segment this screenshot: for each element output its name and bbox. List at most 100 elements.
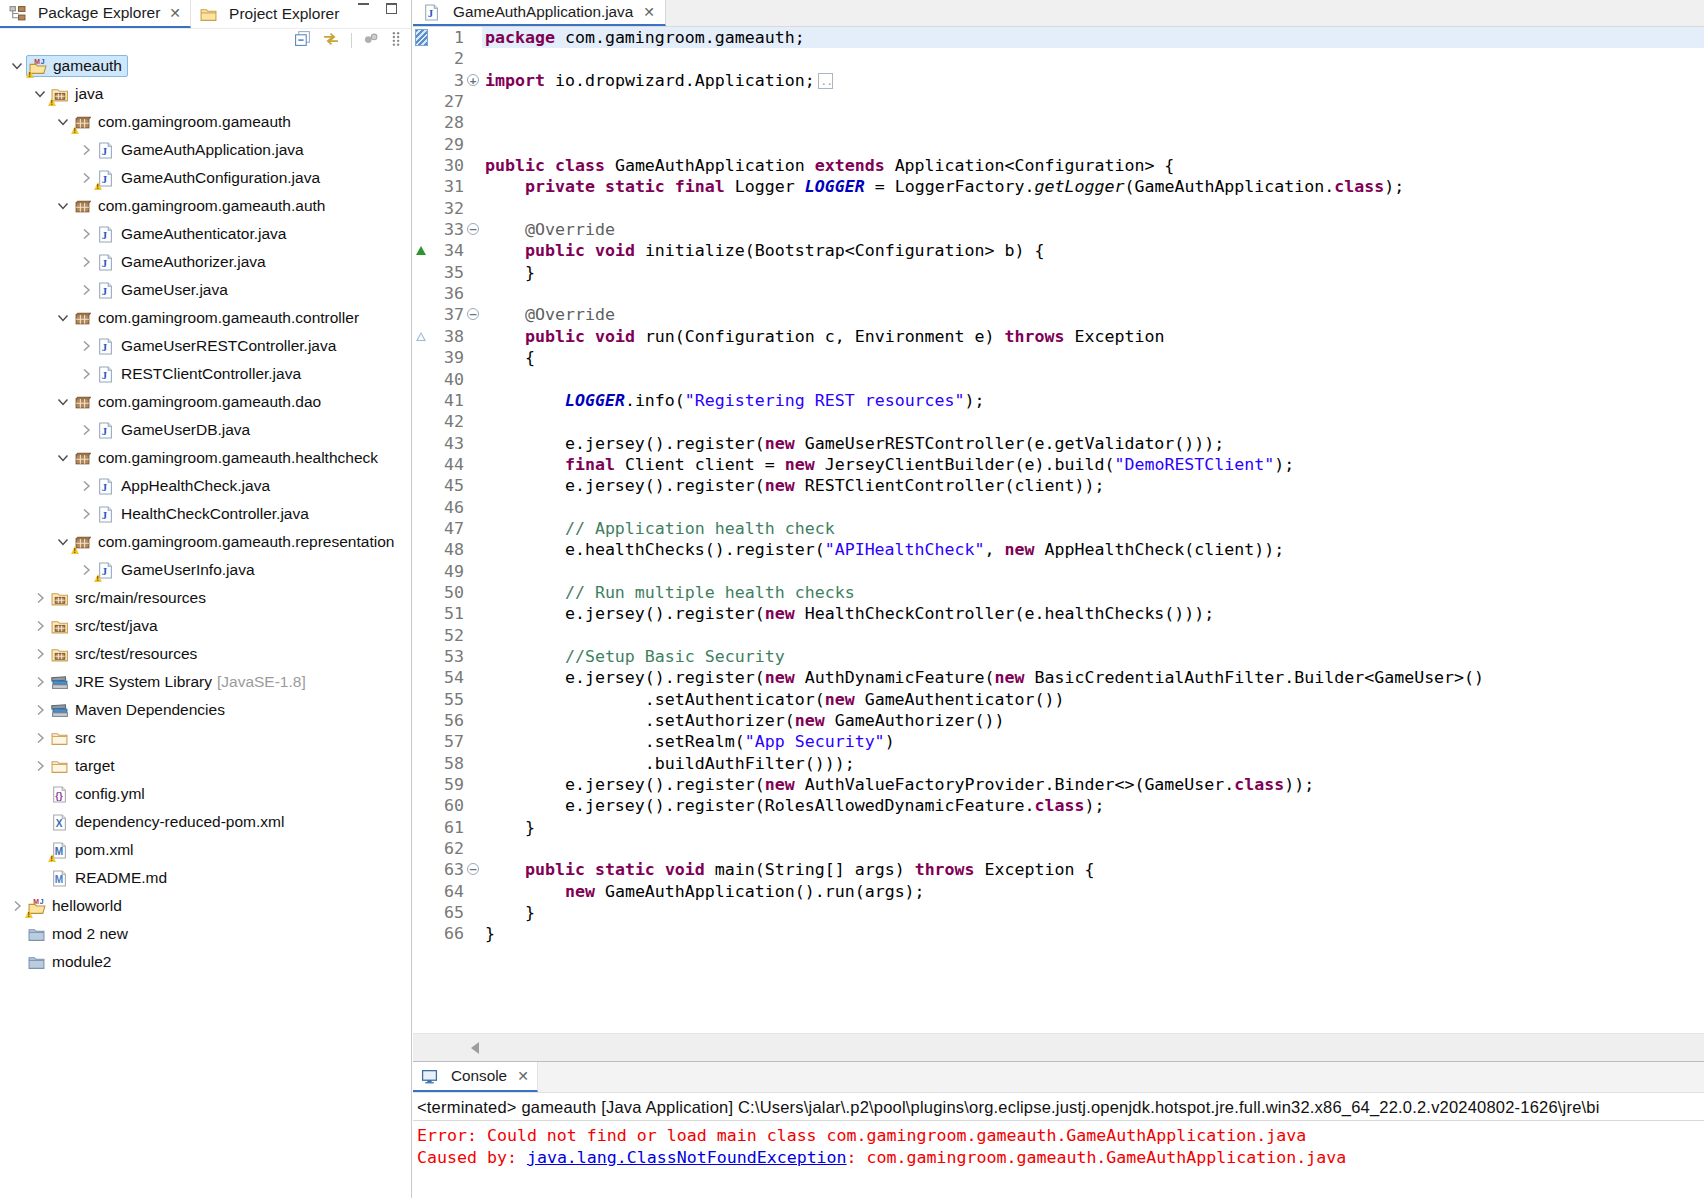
- fold-collapse-icon[interactable]: –: [467, 223, 479, 235]
- code-text[interactable]: [482, 625, 1704, 646]
- code-line[interactable]: 27: [413, 91, 1704, 112]
- scroll-left-icon[interactable]: [471, 1042, 479, 1054]
- tree-item-maven-dependencies[interactable]: Maven Dependencies: [0, 696, 411, 724]
- fold-expand-icon[interactable]: +: [467, 74, 479, 86]
- tree-item-src-test-java[interactable]: src/test/java: [0, 612, 411, 640]
- collapse-all-icon[interactable]: [294, 30, 311, 51]
- code-text[interactable]: .setAuthenticator(new GameAuthenticator(…: [482, 689, 1704, 710]
- chevron-right-icon[interactable]: [75, 254, 97, 270]
- tree-item-gameuserdb-java[interactable]: JGameUserDB.java: [0, 416, 411, 444]
- chevron-down-icon[interactable]: [52, 310, 74, 326]
- code-text[interactable]: package com.gamingroom.gameauth;: [482, 27, 1704, 48]
- code-line[interactable]: 30public class GameAuthApplication exten…: [413, 155, 1704, 176]
- code-line[interactable]: 31 private static final Logger LOGGER = …: [413, 176, 1704, 197]
- tree-item-com-gamingroom-gameauth-healthcheck[interactable]: com.gamingroom.gameauth.healthcheck: [0, 444, 411, 472]
- chevron-right-icon[interactable]: [75, 478, 97, 494]
- tree-item-gameuserrestcontroller-java[interactable]: JGameUserRESTController.java: [0, 332, 411, 360]
- tree-item-module2[interactable]: module2: [0, 948, 411, 976]
- code-line[interactable]: 58 .buildAuthFilter()));: [413, 753, 1704, 774]
- tree-item-apphealthcheck-java[interactable]: JAppHealthCheck.java: [0, 472, 411, 500]
- code-line[interactable]: 56 .setAuthorizer(new GameAuthorizer()): [413, 710, 1704, 731]
- tree-item-com-gamingroom-gameauth-dao[interactable]: com.gamingroom.gameauth.dao: [0, 388, 411, 416]
- chevron-right-icon[interactable]: [75, 226, 97, 242]
- code-line[interactable]: 43 e.jersey().register(new GameUserRESTC…: [413, 433, 1704, 454]
- code-text[interactable]: }: [482, 817, 1704, 838]
- view-menu-icon[interactable]: [391, 31, 401, 51]
- chevron-right-icon[interactable]: [75, 142, 97, 158]
- code-text[interactable]: e.jersey().register(RolesAllowedDynamicF…: [482, 795, 1704, 816]
- console-tab[interactable]: Console✕: [413, 1062, 538, 1092]
- tab-package-explorer[interactable]: Package Explorer✕: [0, 0, 191, 28]
- code-text[interactable]: [482, 91, 1704, 112]
- code-text[interactable]: }: [482, 923, 1704, 944]
- chevron-right-icon[interactable]: [29, 758, 51, 774]
- code-text[interactable]: new GameAuthApplication().run(args);: [482, 881, 1704, 902]
- code-line[interactable]: 50 // Run multiple health checks: [413, 582, 1704, 603]
- tree-item-gameauthorizer-java[interactable]: JGameAuthorizer.java: [0, 248, 411, 276]
- fold-collapse-icon[interactable]: –: [467, 863, 479, 875]
- chevron-right-icon[interactable]: [29, 618, 51, 634]
- code-text[interactable]: }: [482, 262, 1704, 283]
- tab-project-explorer[interactable]: Project Explorer: [191, 0, 348, 28]
- code-line[interactable]: 64 new GameAuthApplication().run(args);: [413, 881, 1704, 902]
- tree-item-com-gamingroom-gameauth-controller[interactable]: com.gamingroom.gameauth.controller: [0, 304, 411, 332]
- code-line[interactable]: 37– @Override: [413, 304, 1704, 325]
- code-text[interactable]: private static final Logger LOGGER = Log…: [482, 176, 1704, 197]
- code-text[interactable]: .buildAuthFilter()));: [482, 753, 1704, 774]
- tree-item-pom-xml[interactable]: Mpom.xml: [0, 836, 411, 864]
- chevron-right-icon[interactable]: [29, 646, 51, 662]
- code-line[interactable]: 61 }: [413, 817, 1704, 838]
- code-text[interactable]: [482, 134, 1704, 155]
- code-line[interactable]: 46: [413, 497, 1704, 518]
- tree-item-readme-md[interactable]: MREADME.md: [0, 864, 411, 892]
- code-line[interactable]: 38 public void run(Configuration c, Envi…: [413, 326, 1704, 347]
- tree-item-gameauth[interactable]: MJgameauth: [0, 52, 411, 80]
- tree-item-src-test-resources[interactable]: src/test/resources: [0, 640, 411, 668]
- chevron-right-icon[interactable]: [75, 366, 97, 382]
- tree-item-com-gamingroom-gameauth-representation[interactable]: com.gamingroom.gameauth.representation: [0, 528, 411, 556]
- tree-item-com-gamingroom-gameauth[interactable]: com.gamingroom.gameauth: [0, 108, 411, 136]
- code-line[interactable]: 54 e.jersey().register(new AuthDynamicFe…: [413, 667, 1704, 688]
- folded-imports-icon[interactable]: [818, 73, 833, 89]
- code-line[interactable]: 45 e.jersey().register(new RESTClientCon…: [413, 475, 1704, 496]
- fold-collapse-icon[interactable]: –: [467, 308, 479, 320]
- tree-item-dependency-reduced-pom-xml[interactable]: Xdependency-reduced-pom.xml: [0, 808, 411, 836]
- chevron-down-icon[interactable]: [52, 394, 74, 410]
- chevron-right-icon[interactable]: [29, 702, 51, 718]
- tree-item-config-yml[interactable]: {}config.yml: [0, 780, 411, 808]
- code-text[interactable]: public void run(Configuration c, Environ…: [482, 326, 1704, 347]
- tree-item-gameauthapplication-java[interactable]: JGameAuthApplication.java: [0, 136, 411, 164]
- close-icon[interactable]: ✕: [643, 4, 655, 20]
- code-text[interactable]: e.healthChecks().register("APIHealthChec…: [482, 539, 1704, 560]
- code-text[interactable]: @Override: [482, 304, 1704, 325]
- code-text[interactable]: //Setup Basic Security: [482, 646, 1704, 667]
- code-text[interactable]: [482, 48, 1704, 69]
- code-line[interactable]: 62: [413, 838, 1704, 859]
- minimize-icon[interactable]: [358, 3, 370, 13]
- chevron-down-icon[interactable]: [52, 198, 74, 214]
- close-icon[interactable]: ✕: [517, 1068, 529, 1084]
- code-text[interactable]: [482, 838, 1704, 859]
- code-line[interactable]: 41 LOGGER.info("Registering REST resourc…: [413, 390, 1704, 411]
- code-line[interactable]: 39 {: [413, 347, 1704, 368]
- tree-item-java[interactable]: java: [0, 80, 411, 108]
- code-text[interactable]: [482, 369, 1704, 390]
- code-line[interactable]: 40: [413, 369, 1704, 390]
- chevron-down-icon[interactable]: [6, 58, 28, 74]
- code-editor[interactable]: 1package com.gamingroom.gameauth;23+impo…: [413, 27, 1704, 1003]
- code-line[interactable]: 53 //Setup Basic Security: [413, 646, 1704, 667]
- tree-item-gameuserinfo-java[interactable]: JGameUserInfo.java: [0, 556, 411, 584]
- code-text[interactable]: [482, 411, 1704, 432]
- code-line[interactable]: 49: [413, 561, 1704, 582]
- chevron-right-icon[interactable]: [75, 422, 97, 438]
- tree-item-gameauthenticator-java[interactable]: JGameAuthenticator.java: [0, 220, 411, 248]
- code-text[interactable]: e.jersey().register(new HealthCheckContr…: [482, 603, 1704, 624]
- code-text[interactable]: public class GameAuthApplication extends…: [482, 155, 1704, 176]
- code-line[interactable]: 34 public void initialize(Bootstrap<Conf…: [413, 240, 1704, 261]
- code-line[interactable]: 66}: [413, 923, 1704, 944]
- code-text[interactable]: {: [482, 347, 1704, 368]
- code-text[interactable]: import io.dropwizard.Application;: [482, 70, 1704, 91]
- code-text[interactable]: .setRealm("App Security"): [482, 731, 1704, 752]
- code-text[interactable]: e.jersey().register(new AuthValueFactory…: [482, 774, 1704, 795]
- code-text[interactable]: final Client client = new JerseyClientBu…: [482, 454, 1704, 475]
